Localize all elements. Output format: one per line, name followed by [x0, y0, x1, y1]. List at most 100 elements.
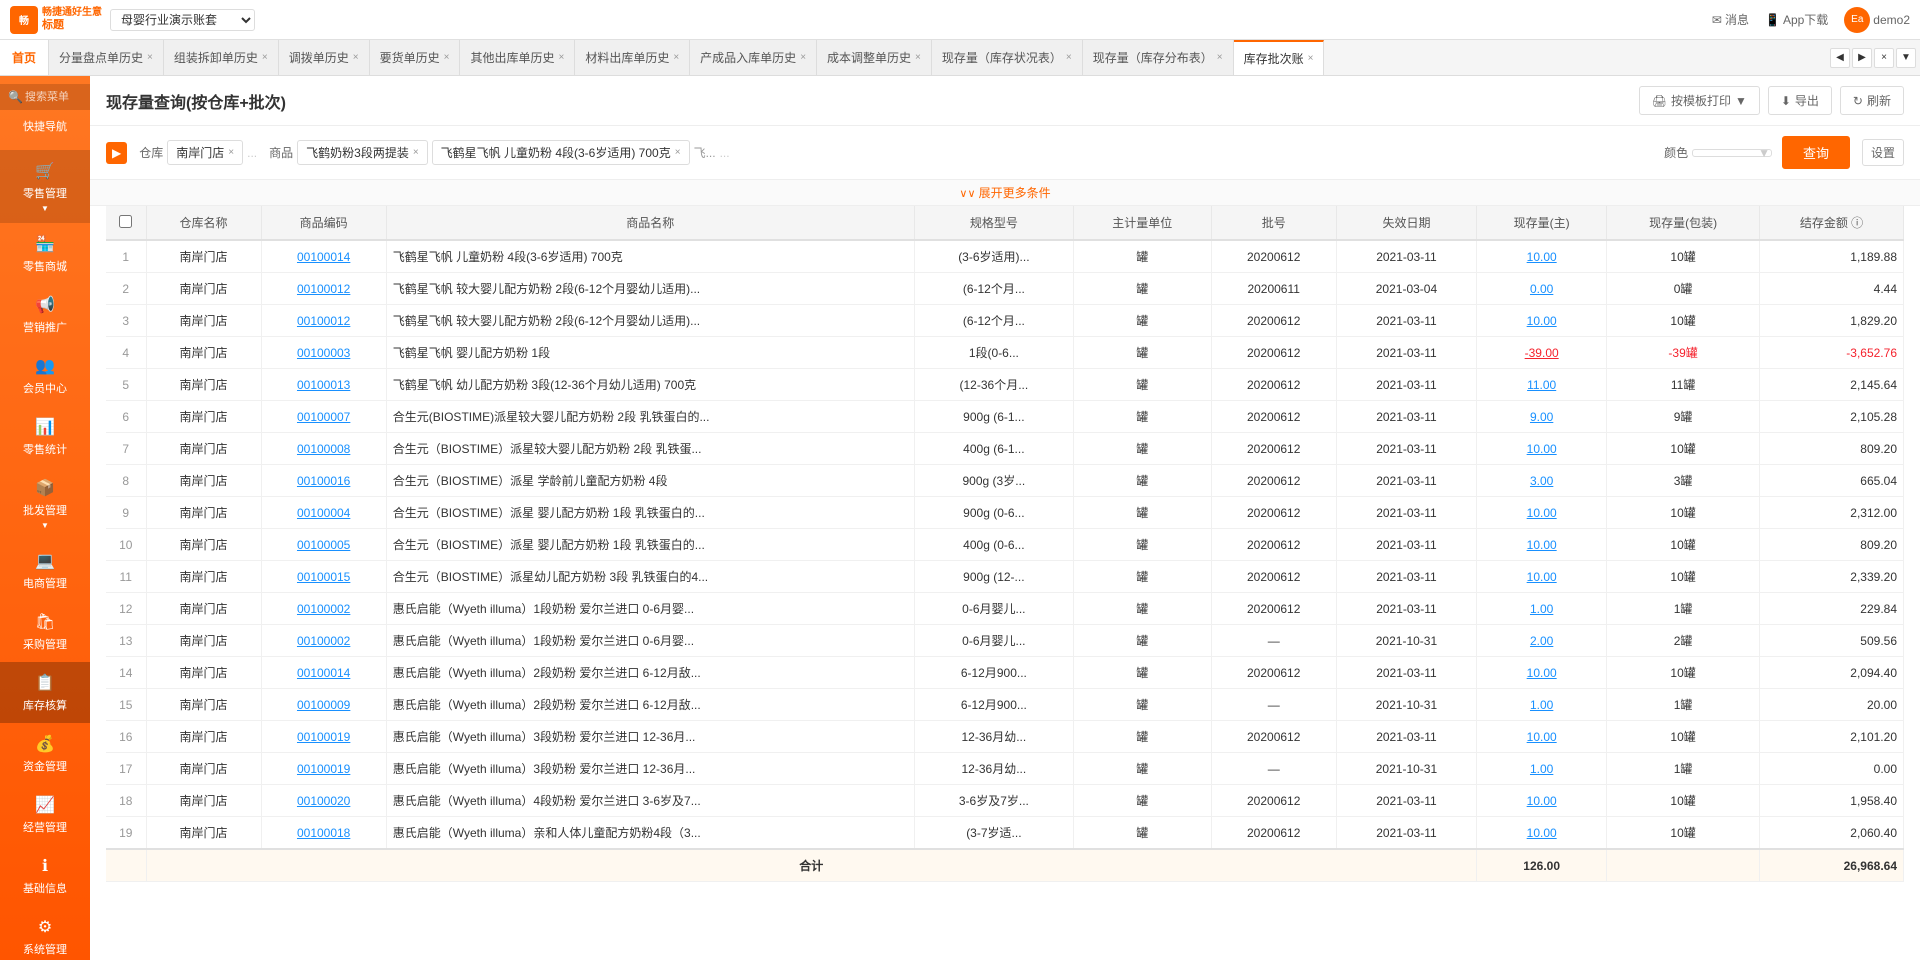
close-tab-6[interactable]: ×	[673, 52, 679, 63]
code-link[interactable]: 00100007	[297, 410, 350, 424]
close-tab-active[interactable]: ×	[1308, 53, 1314, 64]
tab-10[interactable]: 现存量（库存分布表） ×	[1083, 40, 1234, 76]
row-unit: 罐	[1073, 593, 1211, 625]
nav-left-arrow[interactable]: ◀	[1830, 48, 1850, 68]
row-name: 惠氏启能（Wyeth illuma）1段奶粉 爱尔兰进口 0-6月婴...	[386, 593, 914, 625]
tab-6[interactable]: 材料出库单历史 ×	[575, 40, 690, 76]
expand-more-btn[interactable]: ∨∨ 展开更多条件	[90, 180, 1920, 206]
app-download-btn[interactable]: 📱 App下载	[1765, 11, 1828, 28]
tab-9[interactable]: 现存量（库存状况表） ×	[932, 40, 1083, 76]
tab-5[interactable]: 其他出库单历史 ×	[460, 40, 575, 76]
code-link[interactable]: 00100003	[297, 346, 350, 360]
tab-4[interactable]: 要货单历史 ×	[370, 40, 461, 76]
sidebar-item-marketing[interactable]: 📢 营销推广	[0, 284, 90, 345]
sidebar-label-inventory: 库存核算	[23, 697, 67, 713]
code-link[interactable]: 00100004	[297, 506, 350, 520]
expand-toggle-btn[interactable]: ▶	[106, 142, 127, 164]
code-link[interactable]: 00100016	[297, 474, 350, 488]
col-checkbox[interactable]	[106, 206, 146, 240]
sidebar-item-basic-info[interactable]: ℹ 基础信息	[0, 845, 90, 906]
code-link[interactable]: 00100019	[297, 762, 350, 776]
product-tag-1-remove[interactable]: ×	[413, 147, 419, 158]
user-menu[interactable]: Ea demo2	[1844, 7, 1910, 33]
sidebar-item-operations[interactable]: 📈 经营管理	[0, 784, 90, 845]
sidebar-item-retail-mall[interactable]: 🏪 零售商城	[0, 223, 90, 284]
export-btn[interactable]: ⬇ 导出	[1768, 86, 1832, 115]
row-batch: 20200612	[1211, 240, 1336, 273]
total-amount: 26,968.64	[1759, 849, 1903, 882]
sidebar-item-retail-stats[interactable]: 📊 零售统计	[0, 406, 90, 467]
row-amount: 665.04	[1759, 465, 1903, 497]
code-link[interactable]: 00100019	[297, 730, 350, 744]
sidebar-item-retail-mgmt[interactable]: 🛒 零售管理 ▼	[0, 150, 90, 223]
select-all-checkbox[interactable]	[119, 215, 132, 228]
row-qty-pkg: 10罐	[1607, 561, 1760, 593]
tab-home[interactable]: 首页	[0, 40, 49, 76]
close-tab-2[interactable]: ×	[262, 52, 268, 63]
code-link[interactable]: 00100015	[297, 570, 350, 584]
code-link[interactable]: 00100014	[297, 666, 350, 680]
warehouse-tag[interactable]: 南岸门店 ×	[167, 140, 243, 165]
code-link[interactable]: 00100012	[297, 282, 350, 296]
tab-1[interactable]: 分量盘点单历史 ×	[49, 40, 164, 76]
sidebar-item-purchase[interactable]: 🛍 采购管理	[0, 601, 90, 662]
code-link[interactable]: 00100020	[297, 794, 350, 808]
code-link[interactable]: 00100013	[297, 378, 350, 392]
operations-icon: 📈	[34, 794, 56, 816]
code-link[interactable]: 00100002	[297, 602, 350, 616]
product-tag-2-remove[interactable]: ×	[675, 147, 681, 158]
close-tab-4[interactable]: ×	[444, 52, 450, 63]
search-menu-input[interactable]	[25, 91, 82, 103]
code-link[interactable]: 00100018	[297, 826, 350, 840]
query-btn[interactable]: 查询	[1782, 136, 1850, 169]
nav-right-arrow[interactable]: ▶	[1852, 48, 1872, 68]
refresh-btn[interactable]: ↻ 刷新	[1840, 86, 1904, 115]
warehouse-tag-remove[interactable]: ×	[228, 147, 234, 158]
retail-mall-icon: 🏪	[34, 233, 56, 255]
close-tab-8[interactable]: ×	[915, 52, 921, 63]
row-name: 惠氏启能（Wyeth illuma）3段奶粉 爱尔兰进口 12-36月...	[386, 753, 914, 785]
breadcrumb-select[interactable]: 母婴行业演示账套	[110, 9, 255, 31]
table-body: 1 南岸门店 00100014 飞鹤星飞帆 儿童奶粉 4段(3-6岁适用) 70…	[106, 240, 1904, 882]
print-btn[interactable]: 🖨 按模板打印 ▼	[1639, 86, 1760, 115]
close-tab-5[interactable]: ×	[558, 52, 564, 63]
tab-8[interactable]: 成本调整单历史 ×	[817, 40, 932, 76]
close-tab-7[interactable]: ×	[800, 52, 806, 63]
product-tag-1[interactable]: 飞鹤奶粉3段两提装 ×	[297, 140, 428, 165]
close-tab-1[interactable]: ×	[147, 52, 153, 63]
warehouse-more: ...	[247, 146, 257, 160]
sidebar-item-system[interactable]: ⚙ 系统管理	[0, 906, 90, 960]
sidebar-item-finance[interactable]: 💰 资金管理	[0, 723, 90, 784]
nav-close-all[interactable]: ×	[1874, 48, 1894, 68]
wholesale-arrow: ▼	[41, 521, 49, 530]
code-link[interactable]: 00100008	[297, 442, 350, 456]
sidebar-item-wholesale[interactable]: 📦 批发管理 ▼	[0, 467, 90, 540]
close-tab-9[interactable]: ×	[1066, 52, 1072, 63]
row-qty-main: 10.00	[1477, 433, 1607, 465]
sidebar-item-quick-nav[interactable]: 快捷导航	[0, 110, 90, 142]
row-amount: 2,312.00	[1759, 497, 1903, 529]
basic-info-icon: ℹ	[34, 855, 56, 877]
nav-menu[interactable]: ▼	[1896, 48, 1916, 68]
tab-2[interactable]: 组装拆卸单历史 ×	[164, 40, 279, 76]
table-row: 7 南岸门店 00100008 合生元（BIOSTIME）派星较大婴儿配方奶粉 …	[106, 433, 1904, 465]
close-tab-3[interactable]: ×	[353, 52, 359, 63]
code-link[interactable]: 00100009	[297, 698, 350, 712]
product-tag-2[interactable]: 飞鹤星飞帆 儿童奶粉 4段(3-6岁适用) 700克 ×	[432, 140, 690, 165]
code-link[interactable]: 00100005	[297, 538, 350, 552]
tab-3[interactable]: 调拨单历史 ×	[279, 40, 370, 76]
sidebar-item-ecommerce[interactable]: 💻 电商管理	[0, 540, 90, 601]
code-link[interactable]: 00100014	[297, 250, 350, 264]
close-tab-10[interactable]: ×	[1217, 52, 1223, 63]
sidebar-item-inventory[interactable]: 📋 库存核算	[0, 662, 90, 723]
tab-active[interactable]: 库存批次账 ×	[1234, 40, 1325, 76]
code-link[interactable]: 00100002	[297, 634, 350, 648]
settings-btn[interactable]: 设置	[1862, 139, 1904, 166]
sidebar-item-member[interactable]: 👥 会员中心	[0, 345, 90, 406]
row-num: 12	[106, 593, 146, 625]
sidebar-label-marketing: 营销推广	[23, 319, 67, 335]
search-menu-area[interactable]: 🔍	[0, 84, 90, 110]
tab-7[interactable]: 产成品入库单历史 ×	[690, 40, 817, 76]
message-btn[interactable]: ✉ 消息	[1712, 11, 1749, 28]
code-link[interactable]: 00100012	[297, 314, 350, 328]
